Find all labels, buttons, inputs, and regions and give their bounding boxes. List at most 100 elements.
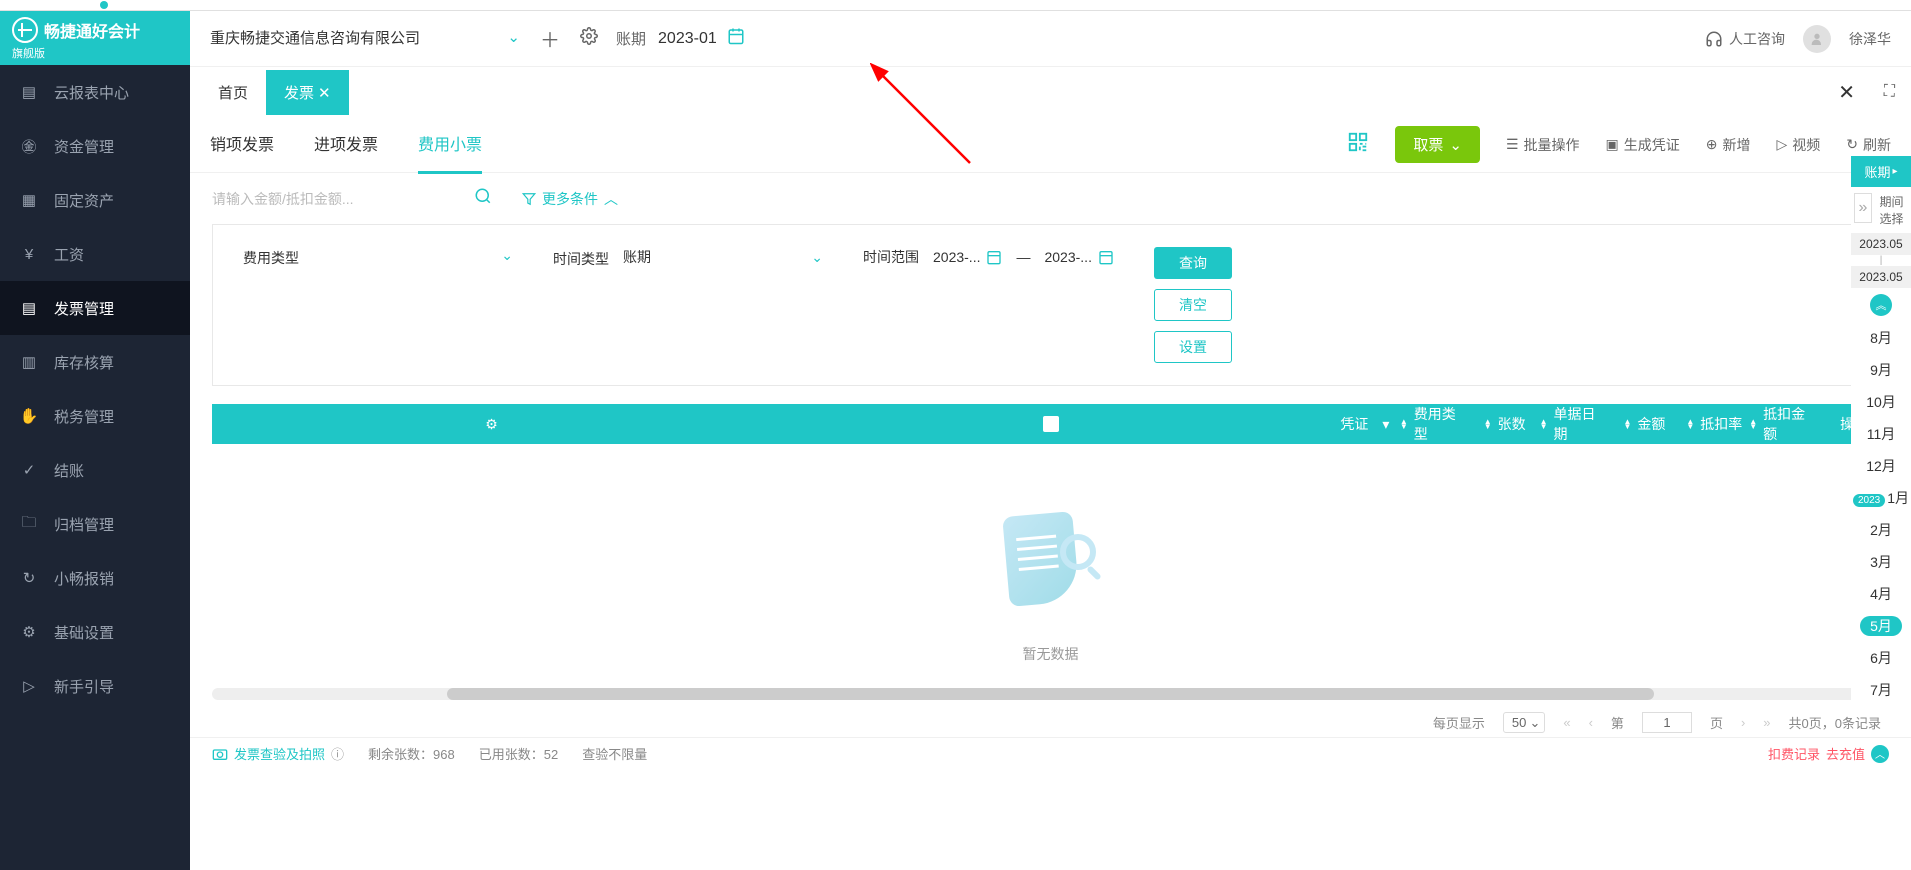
sub-tab-1[interactable]: 进项发票 [314, 115, 378, 174]
first-page-icon[interactable]: « [1563, 715, 1570, 730]
nav-icon: ▷ [18, 675, 40, 697]
prev-page-icon[interactable]: ‹ [1589, 715, 1593, 730]
rail-to[interactable]: 2023.05 [1851, 266, 1911, 288]
rail-month-5[interactable]: 20231月 [1851, 482, 1911, 514]
rail-month-1[interactable]: 9月 [1851, 354, 1911, 386]
search-icon [474, 187, 492, 210]
empty-illustration [976, 484, 1126, 634]
user-name[interactable]: 徐泽华 [1849, 29, 1891, 49]
column-6[interactable]: ▲▼抵扣金额 [1749, 404, 1819, 444]
settings-button[interactable]: 设置 [1154, 331, 1232, 363]
gear-icon[interactable] [580, 27, 598, 50]
buy-link[interactable]: 去充值 [1826, 744, 1865, 763]
main-tab-1[interactable]: 发票✕ [266, 70, 349, 115]
nav-item-6[interactable]: ✋税务管理 [0, 389, 190, 443]
chevron-up-icon[interactable]: ︿ [1871, 745, 1889, 763]
rail-collapse-icon[interactable]: » [1854, 193, 1872, 223]
column-2[interactable]: ▲▼张数 [1470, 404, 1540, 444]
add-icon[interactable]: ＋ [540, 24, 560, 53]
rail-month-7[interactable]: 3月 [1851, 546, 1911, 578]
rail-month-11[interactable]: 7月 [1851, 674, 1911, 706]
rail-from[interactable]: 2023.05 [1851, 233, 1911, 255]
horizontal-scrollbar[interactable] [212, 688, 1889, 700]
column-5[interactable]: ▲▼抵扣率 [1679, 404, 1749, 444]
refresh-button[interactable]: ↻刷新 [1846, 135, 1891, 155]
chevron-up-icon: ︿ [604, 189, 618, 209]
last-page-icon[interactable]: » [1763, 715, 1770, 730]
nav-item-10[interactable]: ⚙基础设置 [0, 605, 190, 659]
close-tab-icon[interactable]: ✕ [1838, 80, 1855, 105]
deduct-link[interactable]: 扣费记录 [1768, 744, 1820, 763]
rail-period-button[interactable]: 账期▸ [1851, 156, 1911, 187]
filter-icon[interactable]: ▾ [1382, 416, 1389, 433]
nav-item-2[interactable]: ▦固定资产 [0, 173, 190, 227]
qr-icon[interactable] [1347, 131, 1369, 159]
unlimited-text: 查验不限量 [582, 744, 647, 763]
fee-type-select[interactable]: ⌄ [313, 247, 513, 268]
video-button[interactable]: ▷视频 [1776, 135, 1820, 155]
nav-icon: ▤ [18, 81, 40, 103]
per-page-select[interactable]: 50 ⌄ [1503, 712, 1545, 733]
rail-month-6[interactable]: 2月 [1851, 514, 1911, 546]
sub-tab-2[interactable]: 费用小票 [418, 115, 482, 174]
nav-item-4[interactable]: ▤发票管理 [0, 281, 190, 335]
column-4[interactable]: ▲▼金额 [1610, 404, 1680, 444]
chevron-down-icon: ⌄ [501, 247, 513, 264]
date-from[interactable]: 2023-... [933, 249, 1002, 265]
chevron-down-icon: ⌄ [1529, 715, 1540, 731]
nav-item-7[interactable]: ✓结账 [0, 443, 190, 497]
date-to[interactable]: 2023-... [1044, 249, 1113, 265]
page-summary: 共0页，0条记录 [1789, 713, 1881, 732]
filter-icon [522, 192, 536, 206]
calendar-icon[interactable] [727, 27, 745, 50]
avatar[interactable] [1803, 25, 1831, 53]
column-0[interactable]: 凭证▾ [1330, 404, 1400, 444]
scroll-up-icon[interactable]: ︽ [1870, 294, 1892, 316]
info-icon[interactable]: ⓘ [331, 744, 344, 763]
nav-item-5[interactable]: ▥库存核算 [0, 335, 190, 389]
more-conditions-toggle[interactable]: 更多条件 ︿ [522, 189, 618, 209]
consult-link[interactable]: 人工咨询 [1705, 29, 1785, 49]
camera-icon [212, 746, 228, 762]
nav-item-11[interactable]: ▷新手引导 [0, 659, 190, 713]
play-icon: ▷ [1776, 136, 1787, 153]
clear-button[interactable]: 清空 [1154, 289, 1232, 321]
column-3[interactable]: ▲▼单据日期 [1540, 404, 1610, 444]
table-header: ⚙ 凭证▾▲▼费用类型▲▼张数▲▼单据日期▲▼金额▲▼抵扣率▲▼抵扣金额操作 [212, 404, 1889, 444]
company-selector[interactable]: 重庆畅捷交通信息咨询有限公司 ⌄ [210, 27, 520, 51]
query-button[interactable]: 查询 [1154, 247, 1232, 279]
nav-item-1[interactable]: ㊎资金管理 [0, 119, 190, 173]
rail-month-4[interactable]: 12月 [1851, 450, 1911, 482]
expand-icon[interactable]: ⛶ [1884, 83, 1895, 101]
main-tab-0[interactable]: 首页 [200, 70, 266, 115]
get-invoice-button[interactable]: 取票 ⌄ [1395, 126, 1480, 163]
nav-item-8[interactable]: 🗀归档管理 [0, 497, 190, 551]
rail-month-10[interactable]: 6月 [1851, 642, 1911, 674]
rail-month-0[interactable]: 8月 [1851, 322, 1911, 354]
table-settings-icon[interactable]: ⚙ [212, 416, 771, 433]
sub-tab-0[interactable]: 销项发票 [210, 115, 274, 174]
search-input[interactable]: 请输入金额/抵扣金额... [212, 187, 492, 210]
fee-type-label: 费用类型 [243, 248, 299, 268]
nav-icon: ✓ [18, 459, 40, 481]
page-input[interactable]: 1 [1642, 712, 1692, 733]
batch-button[interactable]: ☰批量操作 [1506, 135, 1580, 155]
close-icon[interactable]: ✕ [318, 85, 331, 102]
year-badge: 2023 [1853, 494, 1885, 507]
column-1[interactable]: ▲▼费用类型 [1400, 404, 1470, 444]
time-type-select[interactable]: 账期 ⌄ [623, 247, 823, 271]
nav-item-0[interactable]: ▤云报表中心 [0, 65, 190, 119]
sort-icon: ▲▼ [1686, 419, 1694, 429]
select-all-checkbox[interactable] [771, 416, 1330, 432]
rail-month-8[interactable]: 4月 [1851, 578, 1911, 610]
period-value[interactable]: 2023-01 [658, 30, 717, 48]
rail-month-9[interactable]: 5月 [1851, 610, 1911, 642]
nav-item-3[interactable]: ¥工资 [0, 227, 190, 281]
add-button[interactable]: ⊕新增 [1706, 135, 1751, 155]
calendar-icon [1098, 249, 1114, 265]
rail-month-3[interactable]: 11月 [1851, 418, 1911, 450]
nav-item-9[interactable]: ↻小畅报销 [0, 551, 190, 605]
voucher-button[interactable]: ▣生成凭证 [1606, 135, 1680, 155]
rail-month-2[interactable]: 10月 [1851, 386, 1911, 418]
next-page-icon[interactable]: › [1741, 715, 1745, 730]
